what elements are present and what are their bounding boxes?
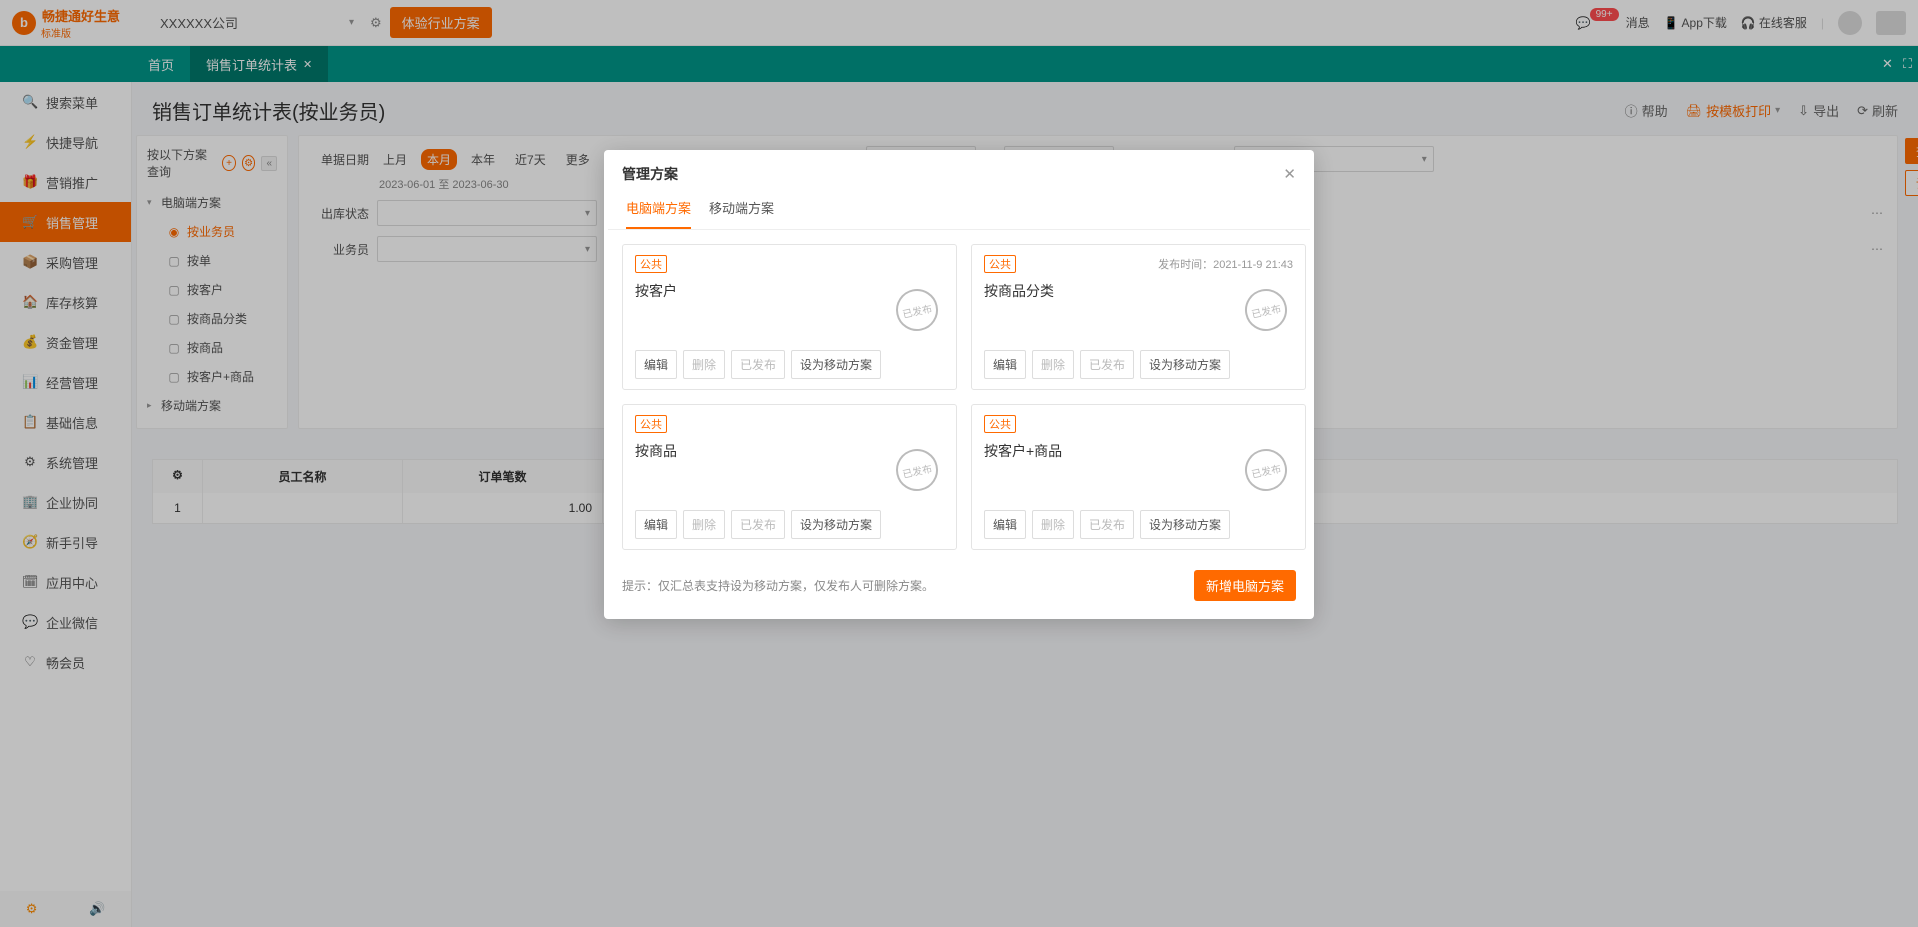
card-top: 公共 — [635, 255, 944, 273]
delete-button: 删除 — [683, 510, 725, 539]
manage-scheme-modal: 管理方案 ✕ 电脑端方案 移动端方案 公共 按客户 已发布 编辑 删除 已发布 … — [604, 150, 1314, 619]
public-tag: 公共 — [635, 415, 667, 433]
published-button: 已发布 — [731, 510, 785, 539]
card-actions: 编辑 删除 已发布 设为移动方案 — [984, 510, 1293, 539]
card-actions: 编辑 删除 已发布 设为移动方案 — [984, 350, 1293, 379]
public-tag: 公共 — [984, 415, 1016, 433]
card-top: 公共 — [984, 415, 1293, 433]
scheme-card: 公共 按商品 已发布 编辑 删除 已发布 设为移动方案 — [622, 404, 957, 550]
delete-button: 删除 — [1032, 510, 1074, 539]
card-title: 按客户 — [635, 281, 944, 301]
scheme-card: 公共 按客户 已发布 编辑 删除 已发布 设为移动方案 — [622, 244, 957, 390]
modal-overlay: 管理方案 ✕ 电脑端方案 移动端方案 公共 按客户 已发布 编辑 删除 已发布 … — [0, 0, 1918, 927]
close-icon[interactable]: ✕ — [1283, 165, 1296, 183]
set-mobile-button[interactable]: 设为移动方案 — [1140, 510, 1230, 539]
delete-button: 删除 — [683, 350, 725, 379]
modal-tab-pc[interactable]: 电脑端方案 — [626, 198, 691, 229]
set-mobile-button[interactable]: 设为移动方案 — [1140, 350, 1230, 379]
edit-button[interactable]: 编辑 — [984, 350, 1026, 379]
published-button: 已发布 — [1080, 510, 1134, 539]
modal-header: 管理方案 ✕ — [604, 150, 1314, 188]
modal-title: 管理方案 — [622, 164, 678, 184]
modal-footer: 提示：仅汇总表支持设为移动方案，仅发布人可删除方案。 新增电脑方案 — [604, 564, 1314, 619]
set-mobile-button[interactable]: 设为移动方案 — [791, 510, 881, 539]
card-title: 按商品分类 — [984, 281, 1293, 301]
edit-button[interactable]: 编辑 — [635, 510, 677, 539]
new-pc-scheme-button[interactable]: 新增电脑方案 — [1194, 570, 1296, 601]
modal-tab-mobile[interactable]: 移动端方案 — [709, 198, 774, 229]
edit-button[interactable]: 编辑 — [984, 510, 1026, 539]
public-tag: 公共 — [635, 255, 667, 273]
modal-tabs: 电脑端方案 移动端方案 — [608, 188, 1310, 230]
card-title: 按客户+商品 — [984, 441, 1293, 461]
published-button: 已发布 — [731, 350, 785, 379]
card-actions: 编辑 删除 已发布 设为移动方案 — [635, 510, 944, 539]
card-actions: 编辑 删除 已发布 设为移动方案 — [635, 350, 944, 379]
card-top: 公共 — [635, 415, 944, 433]
card-top: 公共 发布时间：2021-11-9 21:43 — [984, 255, 1293, 273]
delete-button: 删除 — [1032, 350, 1074, 379]
scheme-card: 公共 按客户+商品 已发布 编辑 删除 已发布 设为移动方案 — [971, 404, 1306, 550]
cards-container: 公共 按客户 已发布 编辑 删除 已发布 设为移动方案 公共 发布时间：2021… — [604, 230, 1314, 564]
published-button: 已发布 — [1080, 350, 1134, 379]
set-mobile-button[interactable]: 设为移动方案 — [791, 350, 881, 379]
public-tag: 公共 — [984, 255, 1016, 273]
edit-button[interactable]: 编辑 — [635, 350, 677, 379]
modal-hint: 提示：仅汇总表支持设为移动方案，仅发布人可删除方案。 — [622, 577, 934, 594]
scheme-card: 公共 发布时间：2021-11-9 21:43 按商品分类 已发布 编辑 删除 … — [971, 244, 1306, 390]
publish-time: 发布时间：2021-11-9 21:43 — [1158, 256, 1293, 272]
card-title: 按商品 — [635, 441, 944, 461]
